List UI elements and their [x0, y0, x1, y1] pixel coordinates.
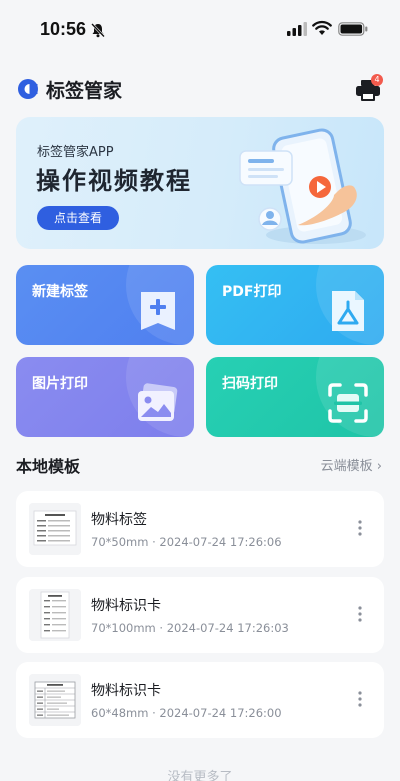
- add-label-icon: [141, 292, 175, 330]
- cellular-signal-icon: [287, 22, 307, 36]
- pdf-icon: [332, 291, 364, 331]
- template-name: 物料标签: [91, 512, 147, 528]
- template-name: 物料标识卡: [91, 683, 161, 699]
- phone-video-illustration: [239, 128, 366, 244]
- bell-muted-icon: [91, 23, 105, 38]
- more-options-icon[interactable]: [358, 690, 362, 708]
- battery-icon: [338, 22, 368, 36]
- template-meta: 70*50mm · 2024-07-24 17:26:06: [91, 535, 282, 549]
- more-options-icon[interactable]: [358, 519, 362, 537]
- status-bar: 10:56: [0, 0, 400, 60]
- printer-badge: 4: [371, 74, 383, 86]
- banner-subtitle: 标签管家APP: [37, 145, 114, 160]
- template-thumbnail: [29, 503, 81, 555]
- more-options-icon[interactable]: [358, 605, 362, 623]
- scan-print-label: 扫码打印: [222, 376, 278, 392]
- status-time: 10:56: [40, 19, 87, 39]
- template-thumbnail: [29, 589, 81, 641]
- wifi-icon: [312, 20, 332, 35]
- pdf-print-tile[interactable]: PDF打印: [206, 265, 384, 345]
- app-logo-icon: [18, 79, 38, 99]
- pdf-print-label: PDF打印: [222, 284, 282, 300]
- scan-icon: [328, 383, 368, 423]
- view-tutorial-button[interactable]: 点击查看: [37, 206, 119, 230]
- local-templates-title: 本地模板: [16, 457, 81, 476]
- end-of-list-hint: 没有更多了: [167, 770, 233, 781]
- cloud-templates-link[interactable]: 云端模板 ›: [321, 455, 382, 474]
- template-card[interactable]: 物料标签 70*50mm · 2024-07-24 17:26:06: [16, 491, 384, 567]
- app-title: 标签管家: [46, 80, 123, 102]
- banner-title: 操作视频教程: [36, 167, 192, 195]
- tutorial-banner[interactable]: 标签管家APP 操作视频教程 点击查看: [16, 117, 384, 249]
- new-label-tile[interactable]: 新建标签: [16, 265, 194, 345]
- template-card[interactable]: 物料标识卡 60*48mm · 2024-07-24 17:26:00: [16, 662, 384, 738]
- image-print-label: 图片打印: [32, 376, 88, 392]
- image-icon: [138, 383, 178, 421]
- template-meta: 70*100mm · 2024-07-24 17:26:03: [91, 621, 289, 635]
- template-thumbnail: [29, 674, 81, 726]
- image-print-tile[interactable]: 图片打印: [16, 357, 194, 437]
- template-meta: 60*48mm · 2024-07-24 17:26:00: [91, 706, 282, 720]
- template-name: 物料标识卡: [91, 598, 161, 614]
- scan-print-tile[interactable]: 扫码打印: [206, 357, 384, 437]
- new-label-label: 新建标签: [32, 284, 88, 300]
- template-card[interactable]: 物料标识卡 70*100mm · 2024-07-24 17:26:03: [16, 577, 384, 653]
